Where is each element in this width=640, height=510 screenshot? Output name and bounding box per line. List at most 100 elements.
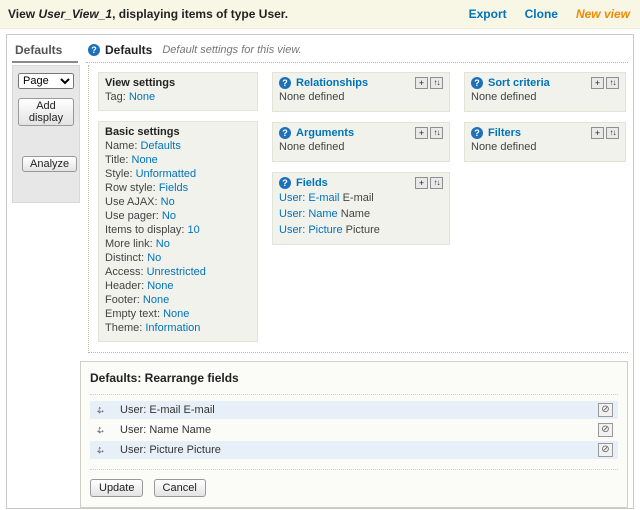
rearrange-row-label: User: Name Name: [120, 424, 212, 436]
field-item-picture: User: Picture Picture: [279, 222, 443, 238]
setting-label: Footer:: [105, 294, 140, 306]
display-sidebar: Page Add display Analyze: [12, 65, 80, 353]
help-icon[interactable]: ?: [279, 177, 291, 189]
add-icon[interactable]: +: [591, 127, 604, 139]
setting-value-link[interactable]: No: [162, 210, 176, 222]
add-icon[interactable]: +: [591, 77, 604, 89]
remove-icon[interactable]: ⊘: [598, 423, 613, 437]
field-label-text: Picture: [342, 224, 380, 236]
setting-value-link[interactable]: 10: [188, 224, 200, 236]
setting-row-title: Title: None: [105, 153, 251, 167]
setting-row-items-to-display: Items to display: 10: [105, 223, 251, 237]
field-link[interactable]: User: E-mail: [279, 192, 340, 204]
drag-handle-icon[interactable]: [95, 424, 108, 437]
view-settings-title: View settings: [105, 77, 176, 89]
clone-link[interactable]: Clone: [525, 7, 558, 21]
setting-label: Items to display:: [105, 224, 185, 236]
rearrange-row-label: User: Picture Picture: [120, 444, 221, 456]
setting-label: Row style:: [105, 182, 156, 194]
help-icon[interactable]: ?: [471, 127, 483, 139]
field-item-email: User: E-mail E-mail: [279, 190, 443, 206]
setting-label: Header:: [105, 280, 145, 292]
setting-row-use-pager: Use pager: No: [105, 209, 251, 223]
setting-value-link[interactable]: None: [129, 91, 155, 103]
rearrange-icon[interactable]: ↑↓: [430, 77, 443, 89]
setting-row-footer: Footer: None: [105, 293, 251, 307]
setting-label: Empty text:: [105, 308, 161, 320]
setting-label: Title:: [105, 154, 129, 166]
setting-value-link[interactable]: Information: [145, 322, 200, 334]
rearrange-title: Defaults: Rearrange fields: [90, 371, 239, 385]
setting-row-style: Style: Unformatted: [105, 167, 251, 181]
add-icon[interactable]: +: [415, 127, 428, 139]
fields-title-link[interactable]: Fields: [296, 177, 328, 189]
cancel-button[interactable]: Cancel: [153, 479, 206, 497]
tab-defaults[interactable]: Defaults: [12, 39, 78, 63]
setting-row-row-style: Row style: Fields: [105, 181, 251, 195]
new-view-link[interactable]: New view: [576, 7, 630, 21]
remove-icon[interactable]: ⊘: [598, 403, 613, 417]
help-icon[interactable]: ?: [471, 77, 483, 89]
setting-value-link[interactable]: No: [147, 252, 161, 264]
setting-label: Use AJAX:: [105, 196, 158, 208]
setting-value-link[interactable]: No: [156, 238, 170, 250]
header-links: Export Clone New view: [469, 7, 630, 21]
sidebar-panel: Page Add display Analyze: [12, 65, 80, 203]
analyze-button[interactable]: Analyze: [22, 156, 78, 172]
setting-value-link[interactable]: Unformatted: [136, 168, 197, 180]
help-icon[interactable]: ?: [279, 127, 291, 139]
remove-icon[interactable]: ⊘: [598, 443, 613, 457]
rearrange-icon[interactable]: ↑↓: [606, 77, 619, 89]
sort-criteria-box: ? Sort criteria + ↑↓ None defined: [464, 72, 626, 112]
setting-row-tag: Tag: None: [105, 90, 251, 104]
setting-label: Style:: [105, 168, 133, 180]
filters-title-link[interactable]: Filters: [488, 127, 521, 139]
arguments-title-link[interactable]: Arguments: [296, 127, 354, 139]
setting-value-link[interactable]: None: [132, 154, 158, 166]
setting-value-link[interactable]: Defaults: [140, 140, 180, 152]
help-icon[interactable]: ?: [279, 77, 291, 89]
help-icon[interactable]: ?: [88, 44, 100, 56]
relationships-box: ? Relationships + ↑↓ None defined: [272, 72, 450, 112]
setting-value-link[interactable]: No: [161, 196, 175, 208]
arguments-empty: None defined: [279, 141, 345, 153]
rearrange-row-picture: User: Picture Picture ⊘: [90, 441, 618, 459]
field-link[interactable]: User: Picture: [279, 224, 343, 236]
setting-label: Theme:: [105, 322, 143, 334]
relationships-empty: None defined: [279, 91, 345, 103]
update-button[interactable]: Update: [90, 479, 144, 497]
rearrange-actions: Update Cancel: [90, 469, 618, 497]
view-settings-box: View settings Tag: None: [98, 72, 258, 111]
field-label-text: Name: [337, 208, 371, 220]
add-display-button[interactable]: Add display: [18, 98, 74, 126]
drag-handle-icon[interactable]: [95, 444, 108, 457]
setting-label: More link:: [105, 238, 153, 250]
relationships-title-link[interactable]: Relationships: [296, 77, 368, 89]
setting-row-use-ajax: Use AJAX: No: [105, 195, 251, 209]
rearrange-row-label: User: E-mail E-mail: [120, 404, 215, 416]
setting-label: Name:: [105, 140, 138, 152]
field-link[interactable]: User: Name: [279, 208, 338, 220]
setting-value-link[interactable]: None: [143, 294, 169, 306]
setting-label: Tag:: [105, 91, 126, 103]
views-edit-container: Defaults ? Defaults Default settings for…: [6, 34, 634, 509]
display-description: Default settings for this view.: [162, 44, 302, 56]
sort-criteria-title-link[interactable]: Sort criteria: [488, 77, 550, 89]
setting-row-more-link: More link: No: [105, 237, 251, 251]
drag-handle-icon[interactable]: [95, 404, 108, 417]
export-link[interactable]: Export: [469, 7, 507, 21]
rearrange-icon[interactable]: ↑↓: [606, 127, 619, 139]
setting-label: Use pager:: [105, 210, 159, 222]
setting-row-access: Access: Unrestricted: [105, 265, 251, 279]
fields-box: ? Fields + ↑↓ User: E-mail E-mail User: …: [272, 172, 450, 245]
rearrange-icon[interactable]: ↑↓: [430, 177, 443, 189]
display-type-select[interactable]: Page: [18, 73, 74, 89]
add-icon[interactable]: +: [415, 177, 428, 189]
setting-value-link[interactable]: Unrestricted: [147, 266, 206, 278]
setting-value-link[interactable]: None: [163, 308, 189, 320]
setting-value-link[interactable]: None: [147, 280, 173, 292]
setting-value-link[interactable]: Fields: [159, 182, 188, 194]
rearrange-icon[interactable]: ↑↓: [430, 127, 443, 139]
display-header: ? Defaults Default settings for this vie…: [86, 39, 628, 63]
add-icon[interactable]: +: [415, 77, 428, 89]
